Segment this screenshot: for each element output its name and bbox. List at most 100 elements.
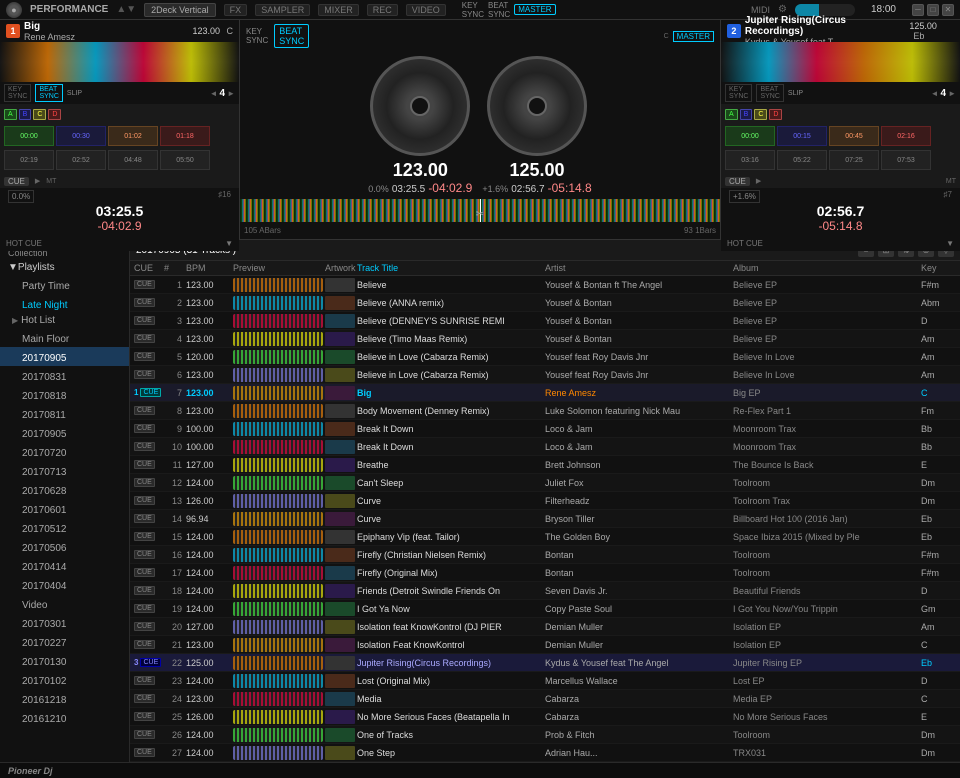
cue-indicator[interactable]: CUE: [134, 478, 155, 487]
center-key-sync[interactable]: KEYSYNC: [246, 27, 268, 45]
sidebar-item-20161218[interactable]: 20161218: [0, 689, 129, 708]
cue-pt-r8[interactable]: 07:53: [881, 150, 931, 170]
track-row[interactable]: CUE 6 123.00 Believe in Love (Cabarza Re…: [130, 366, 960, 384]
platter-left[interactable]: [370, 56, 470, 156]
rec-button[interactable]: REC: [367, 4, 398, 16]
cue-label-left[interactable]: CUE: [4, 177, 29, 186]
video-button[interactable]: VIDEO: [406, 4, 446, 16]
track-row[interactable]: CUE 15 124.00 Epiphany Vip (feat. Tailor…: [130, 528, 960, 546]
sidebar-item-20170811[interactable]: 20170811: [0, 404, 129, 423]
cue-indicator[interactable]: CUE: [134, 640, 155, 649]
sampler-button[interactable]: SAMPLER: [255, 4, 310, 16]
sidebar-item-20170628[interactable]: 20170628: [0, 480, 129, 499]
col-header-title[interactable]: Track Title: [357, 263, 543, 273]
cue-indicator[interactable]: CUE: [134, 442, 155, 451]
deck-right-arrow-down[interactable]: ▼: [946, 239, 954, 248]
deck-left-key-sync[interactable]: KEYSYNC: [4, 84, 31, 102]
cue-pt-r5[interactable]: 03:16: [725, 150, 775, 170]
cue-indicator[interactable]: CUE: [134, 424, 155, 433]
sidebar-item-20170301[interactable]: 20170301: [0, 613, 129, 632]
cue-indicator[interactable]: CUE: [134, 496, 155, 505]
track-row[interactable]: CUE 1 123.00 Believe Yousef & Bontan ft …: [130, 276, 960, 294]
track-row[interactable]: CUE 4 123.00 Believe (Timo Maas Remix) Y…: [130, 330, 960, 348]
col-header-key[interactable]: Key: [921, 263, 956, 273]
cue-pt-r1[interactable]: 00:00: [725, 126, 775, 146]
sidebar-item-20170720[interactable]: 20170720: [0, 442, 129, 461]
track-row[interactable]: CUE 23 124.00 Lost (Original Mix) Marcel…: [130, 672, 960, 690]
cue-pt-5[interactable]: 02:19: [4, 150, 54, 170]
cue-btn-c-left[interactable]: C: [33, 109, 46, 120]
cue-indicator[interactable]: CUE: [134, 604, 155, 613]
cue-indicator[interactable]: CUE: [134, 712, 155, 721]
track-row[interactable]: CUE 21 123.00 Isolation Feat KnowKontrol…: [130, 636, 960, 654]
track-row[interactable]: 3CUE 22 125.00 Jupiter Rising(Circus Rec…: [130, 654, 960, 672]
track-row[interactable]: CUE 9 100.00 Break It Down Loco & Jam Mo…: [130, 420, 960, 438]
track-row[interactable]: CUE 3 123.00 Believe (DENNEY'S SUNRISE R…: [130, 312, 960, 330]
sidebar-playlists-header[interactable]: ▼ Playlists: [0, 260, 129, 275]
track-row[interactable]: CUE 17 124.00 Firefly (Original Mix) Bon…: [130, 564, 960, 582]
center-beat-sync[interactable]: BEATSYNC: [274, 24, 309, 48]
sidebar-item-20170805[interactable]: 20170905: [0, 423, 129, 442]
track-row[interactable]: CUE 26 124.00 One of Tracks Prob & Fitch…: [130, 726, 960, 744]
platter-right[interactable]: [487, 56, 587, 156]
layout-selector[interactable]: 2Deck Vertical: [144, 3, 216, 17]
cue-indicator[interactable]: CUE: [134, 622, 155, 631]
cue-btn-d-left[interactable]: D: [48, 109, 61, 120]
cue-indicator[interactable]: CUE: [134, 748, 155, 757]
cue-pt-2[interactable]: 00:30: [56, 126, 106, 146]
track-row[interactable]: CUE 20 127.00 Isolation feat KnowKontrol…: [130, 618, 960, 636]
close-button[interactable]: ✕: [942, 4, 954, 16]
sidebar-item-20161210[interactable]: 20161210: [0, 708, 129, 727]
cue-btn-d-right[interactable]: D: [769, 109, 782, 120]
track-row[interactable]: CUE 24 123.00 Media Cabarza Media EP C: [130, 690, 960, 708]
col-header-album[interactable]: Album: [733, 263, 919, 273]
deck-left-arrow-down[interactable]: ▼: [225, 239, 233, 248]
cue-pt-r7[interactable]: 07:25: [829, 150, 879, 170]
sidebar-item-20170905[interactable]: 20170905: [0, 347, 129, 366]
cue-indicator[interactable]: CUE: [134, 532, 155, 541]
cue-pt-8[interactable]: 05:50: [160, 150, 210, 170]
cue-indicator[interactable]: CUE: [140, 388, 161, 397]
cue-btn-a-left[interactable]: A: [4, 109, 17, 120]
cue-pt-7[interactable]: 04:48: [108, 150, 158, 170]
cue-indicator[interactable]: CUE: [134, 316, 155, 325]
master-btn[interactable]: MASTER: [673, 31, 714, 42]
sidebar-item-20170404[interactable]: 20170404: [0, 575, 129, 594]
track-row[interactable]: CUE 14 96.94 Curve Bryson Tiller Billboa…: [130, 510, 960, 528]
track-row[interactable]: CUE 10 100.00 Break It Down Loco & Jam M…: [130, 438, 960, 456]
track-row[interactable]: CUE 5 120.00 Believe in Love (Cabarza Re…: [130, 348, 960, 366]
settings-icon[interactable]: ⚙: [778, 4, 787, 15]
cue-indicator[interactable]: CUE: [134, 514, 155, 523]
sidebar-item-party-time[interactable]: Party Time: [0, 275, 129, 294]
sidebar-item-20170601[interactable]: 20170601: [0, 499, 129, 518]
cue-indicator[interactable]: CUE: [134, 694, 155, 703]
track-row[interactable]: CUE 13 126.00 Curve Filterheadz Toolroom…: [130, 492, 960, 510]
sidebar-item-20170512[interactable]: 20170512: [0, 518, 129, 537]
track-row[interactable]: CUE 16 124.00 Firefly (Christian Nielsen…: [130, 546, 960, 564]
cue-indicator[interactable]: CUE: [134, 352, 155, 361]
fx-button[interactable]: FX: [224, 4, 248, 16]
cue-pt-1[interactable]: 00:00: [4, 126, 54, 146]
cue-label-right[interactable]: CUE: [725, 177, 750, 186]
cue-pt-r3[interactable]: 00:45: [829, 126, 879, 146]
sidebar-item-20170102[interactable]: 20170102: [0, 670, 129, 689]
cue-pt-6[interactable]: 02:52: [56, 150, 106, 170]
maximize-button[interactable]: □: [927, 4, 939, 16]
track-row[interactable]: 1CUE 7 123.00 Big Rene Amesz Big EP C: [130, 384, 960, 402]
track-row[interactable]: CUE 19 124.00 I Got Ya Now Copy Paste So…: [130, 600, 960, 618]
sidebar-item-20170506[interactable]: 20170506: [0, 537, 129, 556]
cue-indicator[interactable]: CUE: [134, 370, 155, 379]
sidebar-item-20170713[interactable]: 20170713: [0, 461, 129, 480]
cue-indicator[interactable]: CUE: [134, 298, 155, 307]
sidebar-item-20170227[interactable]: 20170227: [0, 632, 129, 651]
deck-left-beat-sync[interactable]: BEATSYNC: [35, 84, 62, 102]
cue-pt-r2[interactable]: 00:15: [777, 126, 827, 146]
cue-indicator[interactable]: CUE: [140, 658, 161, 667]
mixer-button[interactable]: MIXER: [318, 4, 359, 16]
cue-indicator[interactable]: CUE: [134, 730, 155, 739]
cue-indicator[interactable]: CUE: [134, 406, 155, 415]
cue-indicator[interactable]: CUE: [134, 280, 155, 289]
master-label[interactable]: MASTER: [514, 4, 555, 15]
track-row[interactable]: CUE 11 127.00 Breathe Brett Johnson The …: [130, 456, 960, 474]
track-row[interactable]: CUE 25 126.00 No More Serious Faces (Bea…: [130, 708, 960, 726]
